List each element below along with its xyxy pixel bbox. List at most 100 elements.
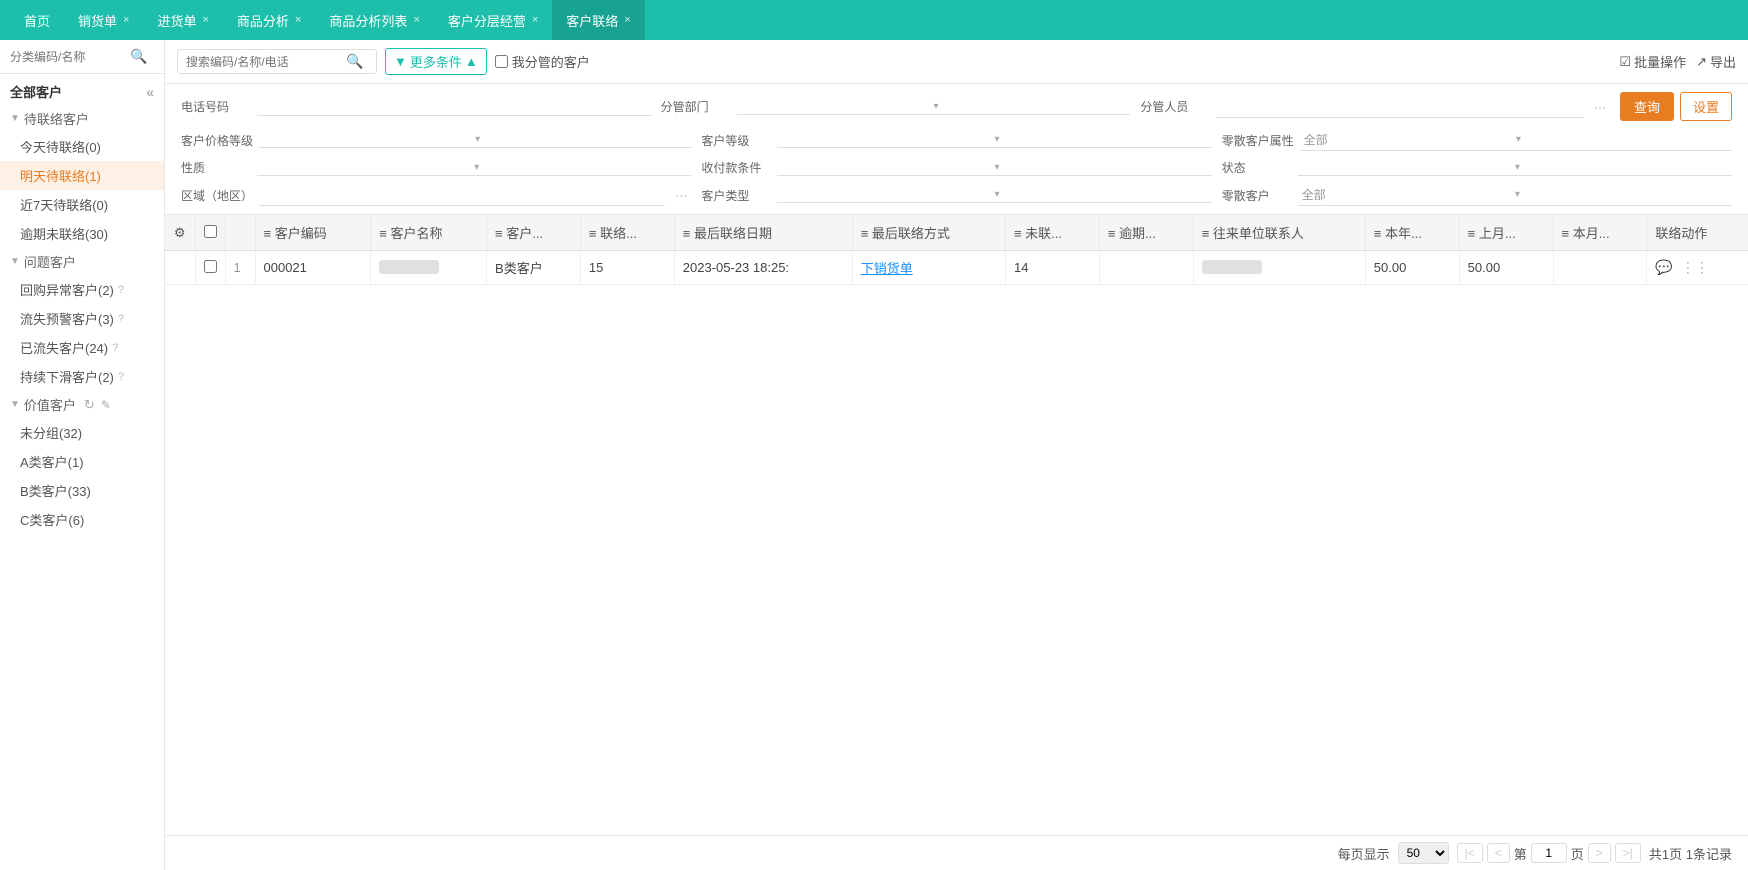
sidebar-search-input[interactable] [10, 50, 130, 64]
contacts-masked [1202, 260, 1262, 274]
sidebar-search-icon[interactable]: 🔍 [130, 48, 147, 65]
select-all-checkbox[interactable] [204, 225, 217, 238]
sidebar-group-value[interactable]: ▼ 价值客户 ↻ ✎ [0, 391, 164, 418]
filter-manager-dots[interactable]: ··· [1590, 100, 1610, 114]
toolbar-right: ☑ 批量操作 ↗ 导出 [1619, 52, 1736, 71]
chevron-down-icon: ▾ [933, 101, 1126, 112]
all-customers-label[interactable]: 全部客户 « [0, 74, 164, 105]
comment-icon[interactable]: 💬 [1655, 259, 1672, 276]
collapse-icon[interactable]: « [146, 84, 154, 100]
my-customers-checkbox-label[interactable]: 我分管的客户 [495, 52, 590, 71]
nav-item-商品分析[interactable]: 商品分析× [223, 0, 315, 40]
sidebar-item-repurchase[interactable]: 回购异常客户(2) ? [0, 275, 164, 304]
nav-item-进货单[interactable]: 进货单× [143, 0, 222, 40]
bottom-bar: 每页显示 50 10 20 100 |< < 第 页 > >| 共1页 1条记录 [165, 835, 1748, 870]
filter-customer-level-dropdown[interactable]: ▾ [777, 132, 1211, 148]
nav-item-销货单[interactable]: 销货单× [64, 0, 143, 40]
batch-button[interactable]: ☑ 批量操作 [1619, 52, 1686, 71]
close-icon[interactable]: × [202, 14, 208, 26]
filter-dept-dropdown[interactable]: ▾ [737, 99, 1131, 115]
export-button[interactable]: ↗ 导出 [1696, 52, 1736, 71]
filter-payment-dropdown[interactable]: ▾ [777, 160, 1211, 176]
app-container: 首页销货单×进货单×商品分析×商品分析列表×客户分层经营×客户联络× 🔍 全部客… [0, 0, 1748, 870]
filter-region-label: 区域（地区） [181, 187, 253, 204]
row-last-month: 50.00 [1459, 251, 1553, 285]
first-page-button[interactable]: |< [1457, 843, 1483, 863]
help-icon-4[interactable]: ? [118, 371, 124, 383]
nav-item-客户联络[interactable]: 客户联络× [552, 0, 644, 40]
filter-scatter-customer-dropdown[interactable]: 全部 ▾ [1298, 184, 1732, 206]
close-icon[interactable]: × [123, 14, 129, 26]
row-this-month [1553, 251, 1647, 285]
filter-scatter-attr-dropdown[interactable]: 全部 ▾ [1300, 129, 1732, 151]
refresh-icon[interactable]: ↻ [84, 397, 95, 413]
sidebar-item-class-c[interactable]: C类客户(6) [0, 505, 164, 534]
chevron-up-icon: ▲ [465, 54, 478, 69]
page-size-label: 每页显示 [1338, 844, 1390, 863]
search-input[interactable] [186, 55, 346, 69]
col-type: ≡ 客户... [487, 215, 581, 251]
close-icon[interactable]: × [295, 14, 301, 26]
query-button[interactable]: 查询 [1620, 92, 1674, 121]
sidebar-item-class-a[interactable]: A类客户(1) [0, 447, 164, 476]
close-icon[interactable]: × [532, 14, 538, 26]
help-icon-2[interactable]: ? [118, 313, 124, 325]
row-contacts [1193, 251, 1365, 285]
last-page-button[interactable]: >| [1615, 843, 1641, 863]
filter-customer-type-dropdown[interactable]: ▾ [777, 187, 1211, 203]
col-overdue: ≡ 逾期... [1099, 215, 1193, 251]
filter-region-area [259, 184, 665, 206]
page-label: 第 [1514, 844, 1527, 863]
table-header-row: ⚙ ≡ 客户编码 ≡ 客户名称 ≡ 客户... [165, 215, 1748, 251]
sidebar-item-tomorrow[interactable]: 明天待联络(1) [0, 161, 164, 190]
close-icon[interactable]: × [413, 14, 419, 26]
customer-name-masked [379, 260, 439, 274]
sidebar-item-ungrouped[interactable]: 未分组(32) [0, 418, 164, 447]
chevron-down-icon-5: ▾ [474, 162, 687, 173]
nav-item-商品分析列表[interactable]: 商品分析列表× [315, 0, 433, 40]
nav-item-客户分层经营[interactable]: 客户分层经营× [434, 0, 552, 40]
filter-price-level-dropdown[interactable]: ▾ [259, 132, 691, 148]
sidebar-item-churned[interactable]: 已流失客户(24) ? [0, 333, 164, 362]
filter-scatter-customer-label: 零散客户 [1222, 187, 1292, 204]
col-last-month: ≡ 上月... [1459, 215, 1553, 251]
sidebar-item-today[interactable]: 今天待联络(0) [0, 132, 164, 161]
search-icon-toolbar[interactable]: 🔍 [346, 53, 363, 70]
filter-region-dots[interactable]: ··· [671, 188, 691, 202]
my-customers-checkbox[interactable] [495, 55, 508, 68]
edit-icon[interactable]: ✎ [101, 398, 111, 412]
grid-icon[interactable]: ⋮⋮ [1681, 259, 1709, 276]
row-contact: 15 [580, 251, 674, 285]
help-icon-3[interactable]: ? [112, 342, 118, 354]
page-size-select[interactable]: 50 10 20 100 [1398, 842, 1449, 864]
row-last-method: 下销货单 [852, 251, 1005, 285]
help-icon[interactable]: ? [118, 284, 124, 296]
filter-dept-label: 分管部门 [661, 98, 731, 115]
filter-nature-dropdown[interactable]: ▾ [257, 160, 691, 176]
row-checkbox[interactable] [204, 260, 217, 273]
sidebar-group-pending[interactable]: ▼ 待联络客户 [0, 105, 164, 132]
filter-status-dropdown[interactable]: ▾ [1298, 160, 1732, 176]
main-layout: 🔍 全部客户 « ▼ 待联络客户 今天待联络(0) 明天待联络(1) 近7天待联… [0, 40, 1748, 870]
row-name [371, 251, 487, 285]
filter-phone-input[interactable] [257, 97, 651, 116]
nav-item-首页[interactable]: 首页 [10, 0, 64, 40]
setting-button[interactable]: 设置 [1680, 92, 1732, 121]
filter-nature: 性质 ▾ [181, 159, 691, 176]
sidebar-item-overdue[interactable]: 逾期未联络(30) [0, 219, 164, 248]
page-number-input[interactable] [1531, 843, 1567, 863]
next-page-button[interactable]: > [1588, 843, 1611, 863]
sidebar-item-class-b[interactable]: B类客户(33) [0, 476, 164, 505]
filter-icon: ▼ [394, 54, 407, 69]
row-gear [165, 251, 195, 285]
sidebar-item-7days[interactable]: 近7天待联络(0) [0, 190, 164, 219]
more-filter-button[interactable]: ▼ 更多条件 ▲ [385, 48, 487, 75]
col-gear[interactable]: ⚙ [165, 215, 195, 251]
close-icon[interactable]: × [624, 14, 630, 26]
prev-page-button[interactable]: < [1487, 843, 1510, 863]
sidebar-item-churn-warning[interactable]: 流失预警客户(3) ? [0, 304, 164, 333]
col-contacts: ≡ 往来单位联系人 [1193, 215, 1365, 251]
last-method-link[interactable]: 下销货单 [861, 261, 913, 276]
sidebar-item-declining[interactable]: 持续下滑客户(2) ? [0, 362, 164, 391]
sidebar-group-problem[interactable]: ▼ 问题客户 [0, 248, 164, 275]
